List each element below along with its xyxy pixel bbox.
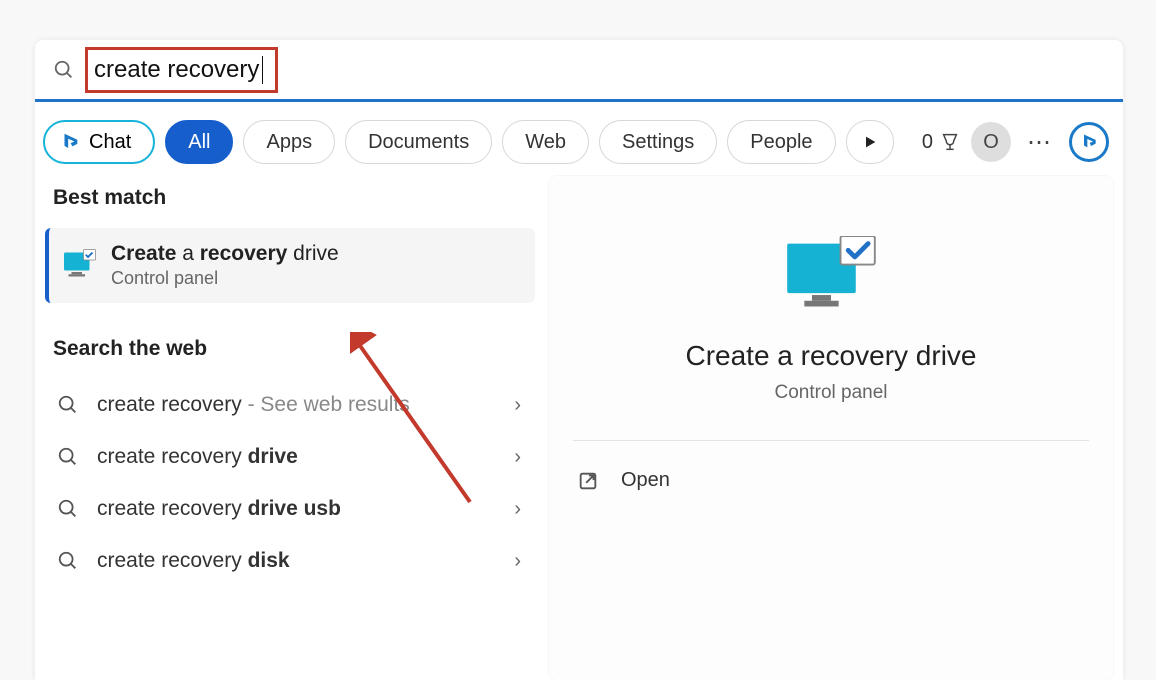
web-result-text: create recovery disk (97, 549, 523, 573)
bing-icon (1079, 132, 1099, 152)
search-input-highlight (85, 47, 278, 93)
rewards-icon (939, 131, 961, 153)
chevron-right-icon: › (514, 394, 521, 417)
chip-all[interactable]: All (165, 120, 233, 164)
web-result-text: create recovery drive usb (97, 497, 523, 521)
search-input[interactable] (94, 56, 264, 84)
best-match-title: Create a recovery drive (111, 242, 339, 266)
rewards-counter[interactable]: 0 (922, 131, 961, 154)
open-icon (577, 470, 599, 492)
web-result-text: create recovery - See web results (97, 393, 523, 417)
chip-chat[interactable]: Chat (43, 120, 155, 164)
chevron-right-icon: › (514, 446, 521, 469)
body-columns: Best match Create a recovery drive Contr… (35, 176, 1123, 680)
web-result-text: create recovery drive (97, 445, 523, 469)
chip-chat-label: Chat (89, 131, 131, 154)
web-result[interactable]: create recovery drive › (45, 431, 535, 483)
search-icon (57, 446, 79, 468)
web-result[interactable]: create recovery - See web results › (45, 379, 535, 431)
recovery-drive-icon (783, 236, 879, 316)
best-match-result[interactable]: Create a recovery drive Control panel (45, 228, 535, 303)
web-result[interactable]: create recovery disk › (45, 535, 535, 587)
search-icon (57, 550, 79, 572)
best-match-subtitle: Control panel (111, 268, 339, 289)
more-button[interactable]: ⋯ (1021, 128, 1059, 157)
filter-chip-row: Chat All Apps Documents Web Settings Peo… (35, 102, 1123, 176)
chip-documents[interactable]: Documents (345, 120, 492, 164)
best-match-lines: Create a recovery drive Control panel (111, 242, 339, 289)
search-icon (57, 394, 79, 416)
chevron-right-icon: › (514, 550, 521, 573)
text-caret (262, 56, 263, 84)
chip-web[interactable]: Web (502, 120, 589, 164)
open-label: Open (621, 469, 670, 492)
results-column: Best match Create a recovery drive Contr… (45, 176, 535, 680)
search-icon (53, 59, 75, 81)
recovery-drive-icon (61, 248, 97, 284)
best-match-heading: Best match (45, 176, 535, 228)
chevron-right-icon: › (514, 498, 521, 521)
open-action[interactable]: Open (573, 441, 1089, 520)
rewards-count: 0 (922, 131, 933, 154)
bing-icon (59, 131, 81, 153)
search-bar (35, 40, 1123, 102)
search-icon (57, 498, 79, 520)
play-icon (862, 134, 878, 150)
preview-title: Create a recovery drive (685, 340, 976, 372)
search-web-heading: Search the web (45, 327, 535, 379)
chip-people[interactable]: People (727, 120, 835, 164)
preview-subtitle: Control panel (774, 382, 887, 404)
chip-settings[interactable]: Settings (599, 120, 717, 164)
bing-chat-button[interactable] (1069, 122, 1109, 162)
chip-apps[interactable]: Apps (243, 120, 335, 164)
web-result[interactable]: create recovery drive usb › (45, 483, 535, 535)
avatar[interactable]: O (971, 122, 1011, 162)
preview-pane: Create a recovery drive Control panel Op… (549, 176, 1113, 680)
search-window: Chat All Apps Documents Web Settings Peo… (35, 40, 1123, 680)
chip-play[interactable] (846, 120, 894, 164)
